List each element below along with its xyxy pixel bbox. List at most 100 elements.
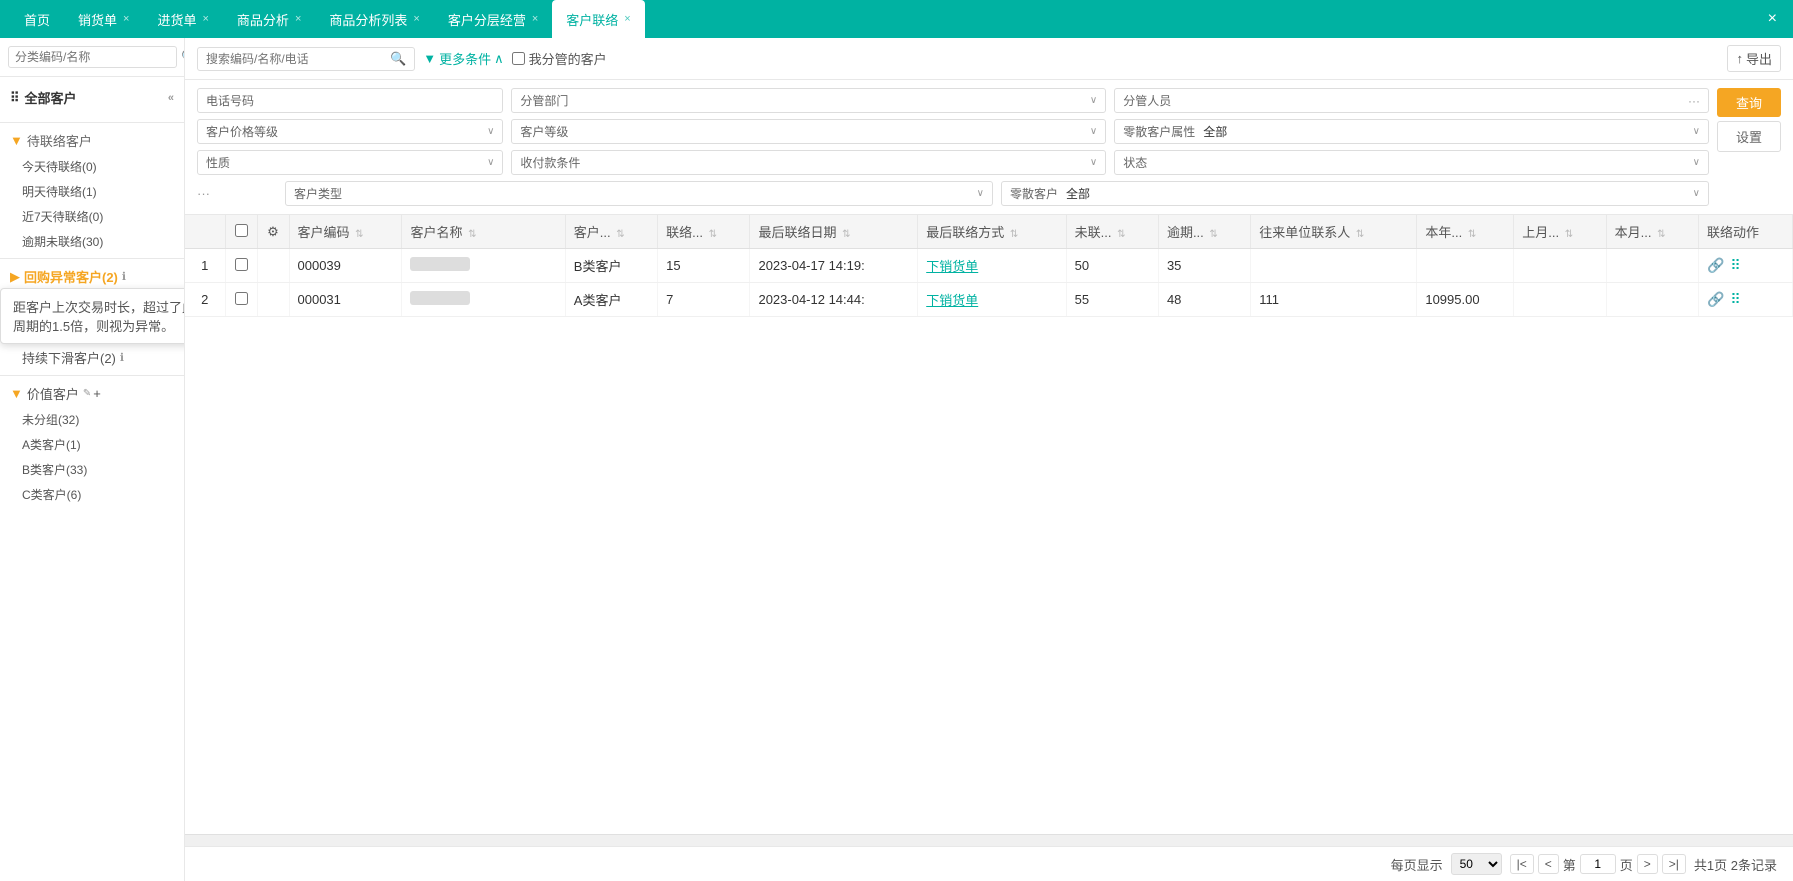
sidebar-item-tomorrow-pending[interactable]: 明天待联络(1)	[0, 179, 184, 204]
dropdown-arrow-icon-5: ∨	[487, 157, 494, 168]
my-customer-checkbox[interactable]	[512, 52, 525, 65]
search-input[interactable]	[206, 52, 386, 66]
first-page-btn[interactable]: |<	[1510, 854, 1534, 874]
page-number-input[interactable]	[1580, 854, 1616, 874]
sidebar-item-declining[interactable]: 持续下滑客户(2) ℹ	[0, 344, 184, 371]
col-header-settings[interactable]: ⚙	[257, 215, 289, 249]
filter-customer-type[interactable]: 客户类型 ∨	[285, 181, 993, 206]
sidebar-item-today-pending[interactable]: 今天待联络(0)	[0, 154, 184, 179]
row-checkbox-1[interactable]	[235, 258, 248, 271]
dropdown-arrow-icon-3: ∨	[1090, 126, 1097, 137]
sort-icon-11: ⇅	[1565, 229, 1573, 240]
filter-price-grade[interactable]: 客户价格等级 ∨	[197, 119, 503, 144]
filter-row-1: 电话号码 分管部门 ∨ 分管人员 ···	[197, 88, 1709, 113]
filter-nature[interactable]: 性质 ∨	[197, 150, 503, 175]
horizontal-scrollbar[interactable]	[185, 834, 1793, 846]
filter-dept[interactable]: 分管部门 ∨	[511, 88, 1106, 113]
search-button[interactable]: 🔍	[390, 51, 406, 67]
close-icon-active[interactable]: ×	[624, 13, 630, 25]
action-more-icon-1[interactable]: ⠿	[1730, 257, 1740, 274]
nav-home[interactable]: 首页	[10, 0, 64, 38]
query-button[interactable]: 查询	[1717, 88, 1781, 117]
table-row: 2 000031 A类客户 7 2023-04-12 14:44: 下销货单 5…	[185, 283, 1793, 317]
filter-row-3: 性质 ∨ 收付款条件 ∨ 状态 ∨	[197, 150, 1709, 175]
filter-row-4: ··· 客户类型 ∨ 零散客户 全部 ∨	[197, 181, 1709, 206]
next-page-btn[interactable]: >	[1637, 854, 1658, 874]
more-conditions-btn[interactable]: ▼ 更多条件 ∧	[423, 49, 503, 68]
dropdown-arrow-icon-8: ∨	[977, 188, 984, 199]
action-contact-icon-2[interactable]: 🔗	[1707, 291, 1724, 308]
filter-person[interactable]: 分管人员 ···	[1114, 88, 1709, 113]
filter-icon: ▼	[423, 51, 436, 66]
sidebar-item-ungrouped[interactable]: 未分组(32)	[0, 407, 184, 432]
nav-product-analysis-list[interactable]: 商品分析列表 ×	[315, 0, 433, 38]
expand-more-btn[interactable]: ···	[197, 186, 277, 201]
sidebar-all-customers-section: ⠿ 全部客户 «	[0, 77, 184, 118]
sidebar-search-input[interactable]	[8, 46, 177, 68]
edit-icon[interactable]: ✎	[83, 388, 91, 399]
nav-customer-tier[interactable]: 客户分层经营 ×	[434, 0, 552, 38]
table-area: ⚙ 客户编码 ⇅ 客户名称 ⇅ 客户... ⇅	[185, 215, 1793, 834]
sidebar-collapse-btn[interactable]: «	[168, 92, 174, 104]
col-header-last-month: 上月... ⇅	[1514, 215, 1606, 249]
filter-status[interactable]: 状态 ∨	[1114, 150, 1709, 175]
cell-last-method-1[interactable]: 下销货单	[918, 249, 1066, 283]
settings-button[interactable]: 设置	[1717, 121, 1781, 152]
nav-sales[interactable]: 销货单 ×	[64, 0, 143, 38]
nav-purchase[interactable]: 进货单 ×	[143, 0, 222, 38]
sidebar-divider-2	[0, 258, 184, 259]
close-icon[interactable]: ×	[413, 13, 419, 25]
filter-phone[interactable]: 电话号码	[197, 88, 503, 113]
cell-type-1: B类客户	[565, 249, 657, 283]
action-contact-icon-1[interactable]: 🔗	[1707, 257, 1724, 274]
sidebar-search-area: 🔍	[0, 38, 184, 77]
cell-last-date-1: 2023-04-17 14:19:	[750, 249, 918, 283]
filter-retail-attr[interactable]: 零散客户属性 全部 ∨	[1114, 119, 1709, 144]
action-more-icon-2[interactable]: ⠿	[1730, 291, 1740, 308]
close-icon[interactable]: ×	[202, 13, 208, 25]
cell-code-1: 000039	[289, 249, 402, 283]
nav-product-analysis[interactable]: 商品分析 ×	[223, 0, 315, 38]
col-header-check[interactable]	[225, 215, 257, 249]
arrow-icon: ▼	[10, 133, 23, 148]
sidebar-item-class-b[interactable]: B类客户(33)	[0, 457, 184, 482]
cell-check-1[interactable]	[225, 249, 257, 283]
sidebar-group-repurchase-abnormal[interactable]: ▶ 回购异常客户(2) ℹ	[0, 263, 184, 290]
filter-payment[interactable]: 收付款条件 ∨	[511, 150, 1106, 175]
filter-customer-grade[interactable]: 客户等级 ∨	[511, 119, 1106, 144]
sort-icon-7: ⇅	[1117, 229, 1125, 240]
sidebar-item-class-c[interactable]: C类客户(6)	[0, 482, 184, 507]
sidebar-item-overdue-contact[interactable]: 逾期未联络(30)	[0, 229, 184, 254]
sidebar-group-value-customer[interactable]: ▼ 价值客户 ✎ +	[0, 380, 184, 407]
dropdown-arrow-icon-6: ∨	[1090, 157, 1097, 168]
cell-last-method-2[interactable]: 下销货单	[918, 283, 1066, 317]
window-close-button[interactable]: ×	[1768, 10, 1777, 28]
last-page-btn[interactable]: >|	[1662, 854, 1686, 874]
sidebar-item-class-a[interactable]: A类客户(1)	[0, 432, 184, 457]
export-button[interactable]: ↑ 导出	[1727, 45, 1781, 72]
sidebar: 🔍 ⠿ 全部客户 « ▼ 待联络客户 今天待联络(0) 明天待联络(1) 近7天…	[0, 38, 185, 881]
cell-check-2[interactable]	[225, 283, 257, 317]
sidebar-group-pending-contact[interactable]: ▼ 待联络客户	[0, 127, 184, 154]
add-icon[interactable]: +	[93, 386, 101, 401]
sidebar-item-7day-pending[interactable]: 近7天待联络(0)	[0, 204, 184, 229]
prev-page-btn[interactable]: <	[1538, 854, 1559, 874]
sidebar-all-customers[interactable]: ⠿ 全部客户 «	[0, 83, 184, 112]
col-header-type: 客户... ⇅	[565, 215, 657, 249]
close-icon[interactable]: ×	[123, 13, 129, 25]
customer-name-blurred-2	[410, 291, 470, 305]
filter-retail-customer[interactable]: 零散客户 全部 ∨	[1001, 181, 1709, 206]
cell-this-year-2: 10995.00	[1417, 283, 1514, 317]
total-info: 共1页 2条记录	[1694, 855, 1777, 874]
per-page-select[interactable]: 50 100 200	[1451, 853, 1502, 875]
sort-icon-8: ⇅	[1209, 229, 1217, 240]
nav-customer-contact[interactable]: 客户联络 ×	[552, 0, 644, 38]
my-customer-checkbox-area[interactable]: 我分管的客户	[512, 49, 607, 68]
col-header-this-year: 本年... ⇅	[1417, 215, 1514, 249]
row-checkbox-2[interactable]	[235, 292, 248, 305]
sidebar-search-icon[interactable]: 🔍	[181, 49, 185, 65]
active-indicator: ▶	[10, 269, 20, 285]
close-icon[interactable]: ×	[295, 13, 301, 25]
select-all-checkbox[interactable]	[235, 224, 248, 237]
close-icon[interactable]: ×	[532, 13, 538, 25]
